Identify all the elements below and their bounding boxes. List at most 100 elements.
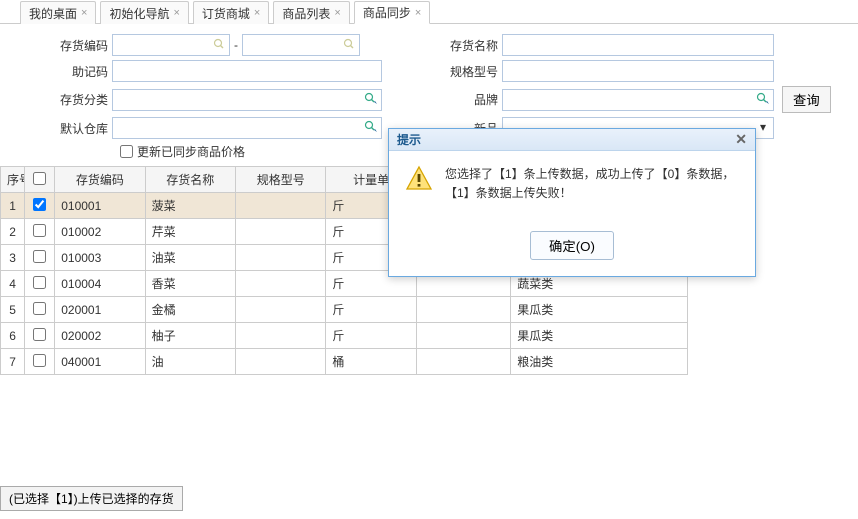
cell-code: 010004 — [55, 271, 145, 297]
close-icon[interactable]: × — [334, 7, 340, 19]
range-dash: - — [234, 38, 238, 52]
category-input[interactable] — [112, 89, 382, 111]
cell-check[interactable] — [25, 297, 55, 323]
cell-spec — [236, 271, 326, 297]
dropdown-search-icon[interactable] — [756, 92, 770, 106]
warehouse-input[interactable] — [112, 117, 382, 139]
cell-spec — [236, 323, 326, 349]
col-header-check[interactable] — [25, 167, 55, 193]
cell-check[interactable] — [25, 323, 55, 349]
cell-num: 5 — [1, 297, 25, 323]
cell-num: 2 — [1, 219, 25, 245]
chevron-down-icon[interactable]: ▾ — [756, 120, 770, 134]
close-icon[interactable]: × — [415, 7, 421, 19]
close-icon[interactable]: × — [254, 7, 260, 19]
table-row[interactable]: 5 020001金橘 斤 果瓜类 — [1, 297, 688, 323]
table-row[interactable]: 7040001油桶粮油类 — [1, 349, 688, 375]
close-icon[interactable]: × — [173, 7, 179, 19]
cell-code: 010002 — [55, 219, 145, 245]
brand-input[interactable] — [502, 89, 774, 111]
table-row[interactable]: 6020002柚子斤果瓜类 — [1, 323, 688, 349]
cell-cls: 果瓜类 — [511, 297, 688, 323]
cell-check[interactable] — [25, 245, 55, 271]
cell-check[interactable] — [25, 219, 55, 245]
cell-name: 芹菜 — [145, 219, 235, 245]
cell-code: 010001 — [55, 193, 145, 219]
col-header-spec[interactable]: 规格型号 — [236, 167, 326, 193]
alert-dialog: 提示 ✕ 您选择了【1】条上传数据，成功上传了【0】条数据，【1】条数据上传失败… — [388, 128, 756, 277]
tab-label: 商品同步 — [363, 4, 411, 21]
col-header-name[interactable]: 存货名称 — [145, 167, 235, 193]
cell-spec — [236, 349, 326, 375]
label-mnemonic: 助记码 — [0, 63, 112, 80]
row-checkbox[interactable] — [33, 198, 46, 211]
cell-check[interactable] — [25, 349, 55, 375]
upload-selected-button[interactable]: (已选择【1】)上传已选择的存货 — [0, 486, 183, 511]
tab-init-nav[interactable]: 初始化导航 × — [100, 1, 188, 24]
tab-order-mall[interactable]: 订货商城 × — [193, 1, 269, 24]
cell-num: 6 — [1, 323, 25, 349]
cell-code: 010003 — [55, 245, 145, 271]
select-all-checkbox[interactable] — [33, 172, 46, 185]
row-checkbox[interactable] — [33, 354, 46, 367]
footer-bar: (已选择【1】)上传已选择的存货 — [0, 486, 183, 511]
tab-product-sync[interactable]: 商品同步 × — [354, 1, 430, 24]
stock-code-from-input[interactable] — [112, 34, 230, 56]
tab-label: 我的桌面 — [29, 5, 77, 22]
row-checkbox[interactable] — [33, 328, 46, 341]
dropdown-search-icon[interactable] — [364, 92, 378, 106]
cell-check[interactable] — [25, 193, 55, 219]
label-category: 存货分类 — [0, 91, 112, 108]
ok-button[interactable]: 确定(O) — [530, 231, 614, 260]
dialog-title-bar[interactable]: 提示 ✕ — [389, 129, 755, 151]
update-synced-price-checkbox[interactable] — [120, 145, 133, 158]
search-icon[interactable] — [212, 37, 226, 51]
checkbox-label: 更新已同步商品价格 — [137, 143, 245, 160]
search-icon[interactable] — [342, 37, 356, 51]
cell-name: 金橘 — [145, 297, 235, 323]
tab-product-list[interactable]: 商品列表 × — [273, 1, 349, 24]
close-icon[interactable]: × — [81, 7, 87, 19]
tab-label: 订货商城 — [202, 5, 250, 22]
close-icon[interactable]: ✕ — [735, 131, 747, 148]
cell-code: 040001 — [55, 349, 145, 375]
tab-label: 初始化导航 — [109, 5, 169, 22]
stock-name-input[interactable] — [502, 34, 774, 56]
label-stock-name: 存货名称 — [382, 37, 502, 54]
mnemonic-input[interactable] — [112, 60, 382, 82]
cell-check[interactable] — [25, 271, 55, 297]
cell-code: 020001 — [55, 297, 145, 323]
dropdown-search-icon[interactable] — [364, 120, 378, 134]
dialog-message: 您选择了【1】条上传数据，成功上传了【0】条数据，【1】条数据上传失败！ — [445, 165, 739, 221]
row-checkbox[interactable] — [33, 276, 46, 289]
tab-desktop[interactable]: 我的桌面 × — [20, 1, 96, 24]
cell-spec — [236, 245, 326, 271]
cell-name: 菠菜 — [145, 193, 235, 219]
label-brand: 品牌 — [382, 91, 502, 108]
row-checkbox[interactable] — [33, 302, 46, 315]
cell-unit: 斤 — [326, 297, 416, 323]
cell-name: 柚子 — [145, 323, 235, 349]
col-header-code[interactable]: 存货编码 — [55, 167, 145, 193]
row-checkbox[interactable] — [33, 224, 46, 237]
cell-num: 3 — [1, 245, 25, 271]
stock-code-to-input[interactable] — [242, 34, 360, 56]
cell-cls: 粮油类 — [511, 349, 688, 375]
warning-icon — [405, 165, 433, 193]
cell-spec — [236, 297, 326, 323]
cell-cls: 果瓜类 — [511, 323, 688, 349]
spec-input[interactable] — [502, 60, 774, 82]
label-spec: 规格型号 — [382, 63, 502, 80]
search-button[interactable]: 查询 — [782, 86, 831, 113]
col-header-num[interactable]: 序号 — [1, 167, 25, 193]
row-checkbox[interactable] — [33, 250, 46, 263]
cell-num: 7 — [1, 349, 25, 375]
label-warehouse: 默认仓库 — [0, 120, 112, 137]
cell-name: 香菜 — [145, 271, 235, 297]
dialog-title: 提示 — [397, 131, 421, 148]
tab-bar: 我的桌面 × 初始化导航 × 订货商城 × 商品列表 × 商品同步 × — [0, 0, 858, 24]
label-stock-code: 存货编码 — [0, 37, 112, 54]
cell-num: 4 — [1, 271, 25, 297]
cell-spec — [236, 219, 326, 245]
cell-unit: 桶 — [326, 349, 416, 375]
